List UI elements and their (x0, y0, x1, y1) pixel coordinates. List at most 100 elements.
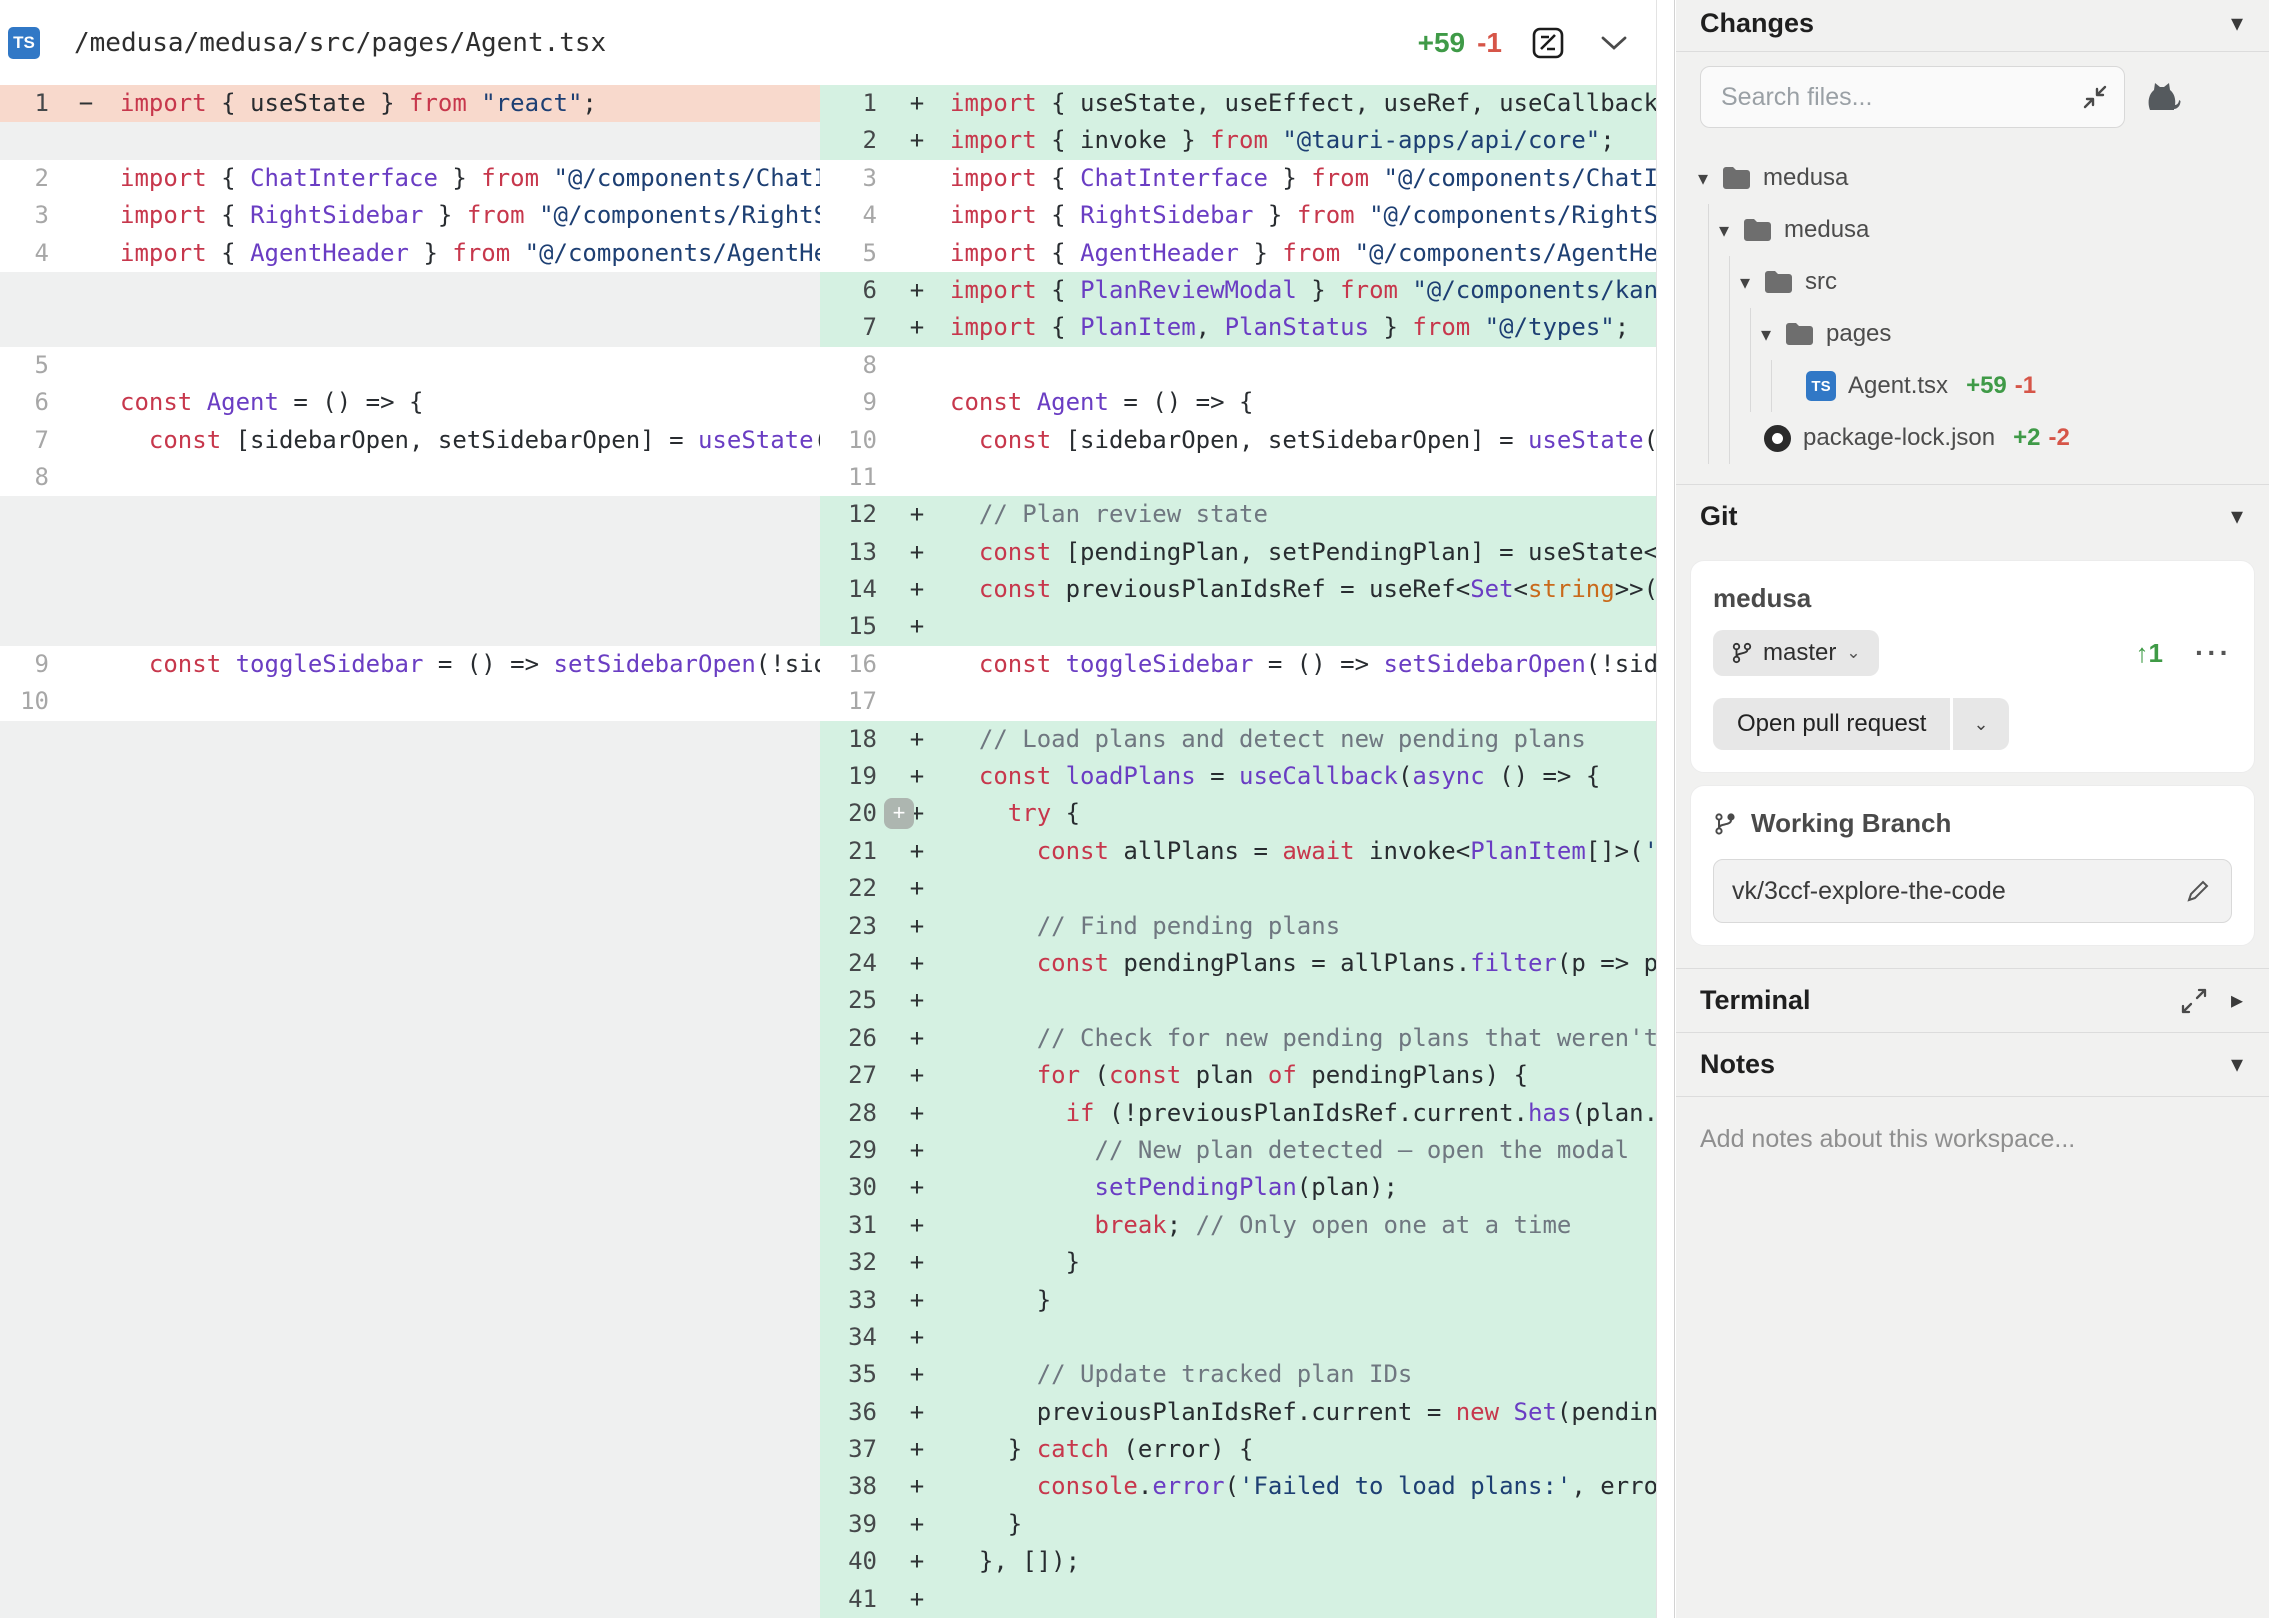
diff-row: 25+ (820, 982, 1656, 1019)
branch-name: master (1763, 639, 1836, 667)
diff-marker: + (884, 571, 950, 608)
line-number: 1 (820, 85, 884, 122)
chevron-down-icon[interactable]: ▾ (2231, 9, 2243, 38)
open-pull-request-button[interactable]: Open pull request (1713, 698, 1950, 750)
add-comment-button[interactable]: + (884, 798, 914, 829)
terminal-section-header[interactable]: Terminal ▸ (1676, 968, 2269, 1032)
tree-item-src[interactable]: ▾src (1676, 256, 2269, 308)
diff-spacer-row (0, 1169, 820, 1206)
code-text: previousPlanIdsRef.current = new Set(pen… (950, 1394, 1656, 1431)
line-number: 30 (820, 1169, 884, 1206)
git-branch-icon (1713, 811, 1737, 837)
tree-item-medusa[interactable]: ▾medusa (1676, 204, 2269, 256)
code-text (114, 683, 820, 720)
code-text: // Update tracked plan IDs (950, 1356, 1656, 1393)
tree-item-Agent.tsx[interactable]: TSAgent.tsx+59-1 (1676, 360, 2269, 412)
search-files-input[interactable] (1700, 66, 2125, 128)
caret-down-icon[interactable]: ▾ (1698, 166, 1722, 191)
edit-branch-icon[interactable] (2183, 876, 2213, 906)
working-branch-card: Working Branch vk/3ccf-explore-the-code (1690, 785, 2255, 946)
code-text: import { useState } from "react"; (114, 85, 820, 122)
diff-marker: + (884, 122, 950, 159)
diff-row: 4import { RightSidebar } from "@/compone… (820, 197, 1656, 234)
indent-guide (1698, 412, 1719, 464)
pull-request-options-button[interactable]: ⌄ (1953, 698, 2008, 750)
line-number: 6 (0, 384, 58, 421)
chevron-right-icon[interactable]: ▸ (2231, 986, 2243, 1015)
diff-marker: + (884, 1244, 950, 1281)
diff-marker (884, 384, 950, 421)
diff-marker (58, 347, 114, 384)
line-number: 29 (820, 1132, 884, 1169)
caret-down-icon[interactable]: ▾ (1740, 270, 1764, 295)
line-number: 19 (820, 758, 884, 795)
diff-marker (884, 683, 950, 720)
caret-down-icon[interactable]: ▾ (1761, 322, 1785, 347)
collapse-file-chevron-icon[interactable] (1594, 23, 1634, 63)
code-text: const [sidebarOpen, setSidebarOpen] = us… (114, 422, 820, 459)
tree-item-pages[interactable]: ▾pages (1676, 308, 2269, 360)
commits-ahead[interactable]: ↑1 (2136, 638, 2163, 669)
code-text: const [sidebarOpen, setSidebarOpen] = us… (950, 422, 1656, 459)
cat-icon[interactable] (2141, 77, 2181, 117)
diff-spacer-row (0, 982, 820, 1019)
folder-icon (1764, 270, 1793, 294)
line-number: 5 (820, 235, 884, 272)
diff-marker (58, 160, 114, 197)
diff-pane-old: 1−import { useState } from "react";2impo… (0, 85, 820, 1618)
diff-row: 9const Agent = () => { (820, 384, 1656, 421)
diff-marker: + (884, 721, 950, 758)
ts-file-icon: TS (1806, 371, 1836, 401)
tree-item-medusa[interactable]: ▾medusa (1676, 152, 2269, 204)
diff-marker: + (884, 272, 950, 309)
line-number: 15 (820, 608, 884, 645)
indent-guide (1698, 204, 1719, 256)
code-text (950, 1581, 1656, 1618)
chevron-down-icon[interactable]: ▾ (2231, 502, 2243, 531)
collapse-tree-icon[interactable] (2079, 81, 2111, 113)
diff-row: 38+ console.error('Failed to load plans:… (820, 1468, 1656, 1505)
branch-selector[interactable]: master ⌄ (1713, 630, 1879, 676)
line-number: 14 (820, 571, 884, 608)
git-section-header[interactable]: Git ▾ (1676, 484, 2269, 548)
diff-spacer-row (0, 1543, 820, 1580)
diff-row: 21+ const allPlans = await invoke<PlanIt… (820, 833, 1656, 870)
notes-input[interactable]: Add notes about this workspace... (1676, 1097, 2269, 1182)
code-text: import { invoke } from "@tauri-apps/api/… (950, 122, 1656, 159)
diff-scrollbar-track[interactable] (1656, 0, 1675, 1618)
diff-spacer-row (0, 945, 820, 982)
chevron-down-icon[interactable]: ▾ (2231, 1050, 2243, 1079)
diff-spacer-row (0, 1057, 820, 1094)
diff-marker: + (884, 1282, 950, 1319)
line-number: 36 (820, 1394, 884, 1431)
line-number: 34 (820, 1319, 884, 1356)
diff-marker: + (884, 833, 950, 870)
line-number: 1 (0, 85, 58, 122)
more-actions-button[interactable]: ··· (2195, 637, 2232, 669)
working-branch-field[interactable]: vk/3ccf-explore-the-code (1713, 859, 2232, 923)
expand-terminal-icon[interactable] (2179, 986, 2209, 1016)
diff-marker: + (884, 870, 950, 907)
line-number: 12 (820, 496, 884, 533)
line-number: 7 (0, 422, 58, 459)
code-text: import { RightSidebar } from "@/componen… (114, 197, 820, 234)
diff-row: 27+ for (const plan of pendingPlans) { (820, 1057, 1656, 1094)
code-text: } (950, 1282, 1656, 1319)
code-text: const loadPlans = useCallback(async () =… (950, 758, 1656, 795)
diff-row: 33+ } (820, 1282, 1656, 1319)
caret-down-icon[interactable]: ▾ (1719, 218, 1743, 243)
code-text: import { RightSidebar } from "@/componen… (950, 197, 1656, 234)
code-text: for (const plan of pendingPlans) { (950, 1057, 1656, 1094)
diff-view-mode-icon[interactable] (1528, 23, 1568, 63)
diff-marker: + (884, 1581, 950, 1618)
tree-item-package-lock.json[interactable]: package-lock.json+2-2 (1676, 412, 2269, 464)
git-repo-card: medusa master ⌄ ↑1 ··· Open pull request… (1690, 560, 2255, 773)
notes-section-header[interactable]: Notes ▾ (1676, 1032, 2269, 1096)
changes-section-header[interactable]: Changes ▾ (1676, 0, 2269, 51)
code-text: import { ChatInterface } from "@/compone… (950, 160, 1656, 197)
deletions: -1 (2015, 372, 2036, 399)
ts-file-icon: TS (8, 27, 40, 59)
line-number: 22 (820, 870, 884, 907)
git-title: Git (1700, 501, 1738, 532)
diff-spacer-row (0, 1244, 820, 1281)
